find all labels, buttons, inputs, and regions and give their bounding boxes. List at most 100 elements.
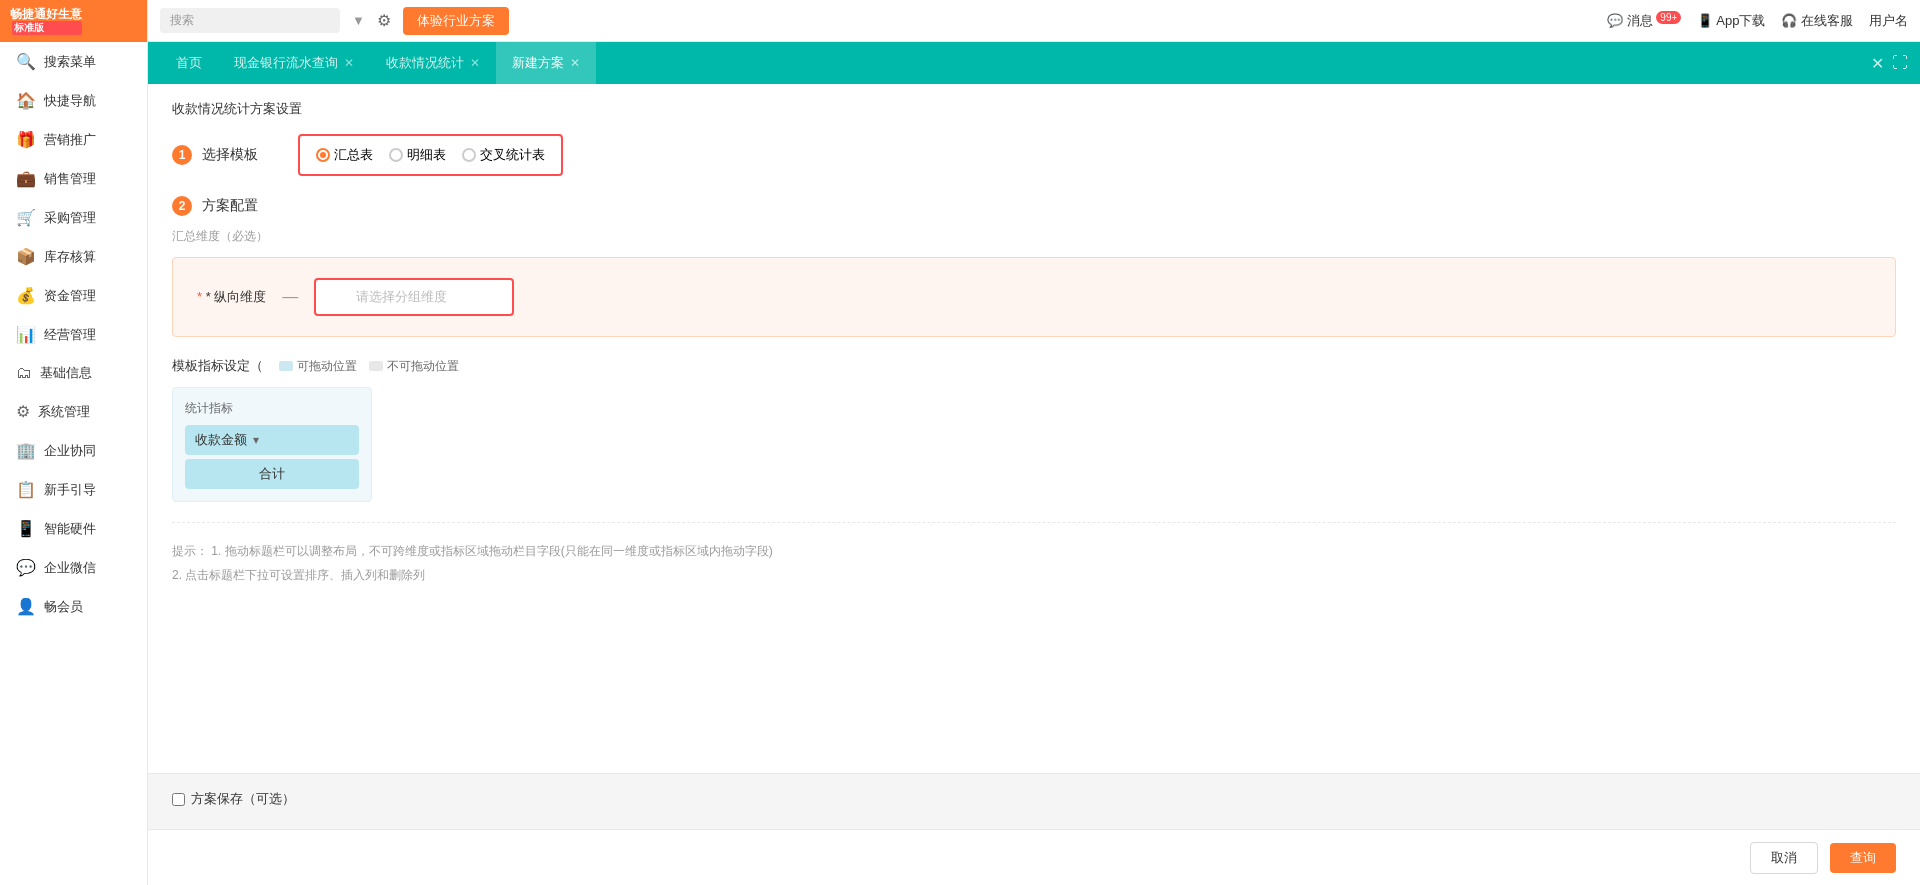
sidebar-item-label: 销售管理 bbox=[44, 170, 96, 188]
dimension-select[interactable]: 请选择分组维度 bbox=[314, 278, 514, 316]
sidebar-item-label: 基础信息 bbox=[40, 364, 92, 382]
sidebar-item-label: 新手引导 bbox=[44, 481, 96, 499]
nodrag-label: 不可拖动位置 bbox=[387, 358, 459, 375]
radio-summary[interactable]: 汇总表 bbox=[316, 146, 373, 164]
template-selection-box: 汇总表 明细表 交叉统计表 bbox=[298, 134, 563, 176]
sidebar-item-search[interactable]: 🔍 搜索菜单 bbox=[0, 42, 147, 81]
sidebar-item-marketing[interactable]: 🎁 营销推广 bbox=[0, 120, 147, 159]
tab-collection-stats-close-icon[interactable]: ✕ bbox=[470, 56, 480, 70]
gear-icon: ⚙ bbox=[16, 402, 30, 421]
hardware-icon: 📱 bbox=[16, 519, 36, 538]
tab-bank-flow[interactable]: 现金银行流水查询 ✕ bbox=[218, 42, 370, 84]
window-close-icon[interactable]: ✕ bbox=[1871, 54, 1884, 73]
sidebar-item-basic[interactable]: 🗂 基础信息 bbox=[0, 354, 147, 392]
sidebar-item-guide[interactable]: 📋 新手引导 bbox=[0, 470, 147, 509]
tab-new-plan-close-icon[interactable]: ✕ bbox=[570, 56, 580, 70]
plan-config: 汇总维度（必选） * * 纵向维度 — 请选择分组维度 bbox=[172, 228, 1896, 587]
sidebar-item-inventory[interactable]: 📦 库存核算 bbox=[0, 237, 147, 276]
radio-summary-dot[interactable] bbox=[316, 148, 330, 162]
radio-detail[interactable]: 明细表 bbox=[389, 146, 446, 164]
metrics-tag-label: 收款金额 bbox=[195, 431, 247, 449]
sidebar-item-label: 系统管理 bbox=[38, 403, 90, 421]
radio-detail-label: 明细表 bbox=[407, 146, 446, 164]
save-plan-label: 方案保存（可选） bbox=[191, 790, 295, 808]
save-plan-checkbox-label[interactable]: 方案保存（可选） bbox=[172, 790, 295, 808]
app-download[interactable]: 📱 App下载 bbox=[1697, 12, 1765, 30]
step2-section: 2 方案配置 汇总维度（必选） * * 纵向维度 — bbox=[172, 196, 1896, 587]
box-icon: 📦 bbox=[16, 247, 36, 266]
step2-title: 方案配置 bbox=[202, 197, 258, 215]
window-expand-icon[interactable]: ⛶ bbox=[1892, 54, 1908, 73]
step1-section: 1 选择模板 汇总表 明细表 交叉统计表 bbox=[172, 134, 1896, 176]
sidebar-item-enterprise[interactable]: 🏢 企业协同 bbox=[0, 431, 147, 470]
radio-cross[interactable]: 交叉统计表 bbox=[462, 146, 545, 164]
step2-header: 2 方案配置 bbox=[172, 196, 1896, 216]
save-plan-checkbox[interactable] bbox=[172, 793, 185, 806]
tab-new-plan[interactable]: 新建方案 ✕ bbox=[496, 42, 596, 84]
top-header: 搜索 ▼ ⚙ 体验行业方案 💬 消息 99+ 📱 App下载 🎧 在线客服 用户… bbox=[148, 0, 1920, 42]
sidebar-item-hardware[interactable]: 📱 智能硬件 bbox=[0, 509, 147, 548]
guide-icon: 📋 bbox=[16, 480, 36, 499]
sidebar-item-member[interactable]: 👤 畅会员 bbox=[0, 587, 147, 626]
settings-icon[interactable]: ⚙ bbox=[377, 11, 391, 30]
nav-tabs-actions: ✕ ⛶ bbox=[1871, 54, 1908, 73]
tab-collection-stats[interactable]: 收款情况统计 ✕ bbox=[370, 42, 496, 84]
metrics-header: 模板指标设定（ 可拖动位置 不可拖动位置 bbox=[172, 357, 1896, 375]
folder-icon: 🗂 bbox=[16, 364, 32, 382]
sidebar-item-system[interactable]: ⚙ 系统管理 bbox=[0, 392, 147, 431]
radio-detail-dot[interactable] bbox=[389, 148, 403, 162]
arrow-right-icon: — bbox=[282, 288, 298, 306]
sidebar-item-label: 营销推广 bbox=[44, 131, 96, 149]
header-right: 💬 消息 99+ 📱 App下载 🎧 在线客服 用户名 bbox=[1607, 12, 1908, 30]
cancel-button[interactable]: 取消 bbox=[1750, 842, 1818, 874]
search-box[interactable]: 搜索 bbox=[160, 8, 340, 33]
sidebar: 畅捷通好生意 标准版 🔍 搜索菜单 🏠 快捷导航 🎁 营销推广 💼 销售管理 🛒… bbox=[0, 0, 148, 885]
metrics-total: 合计 bbox=[185, 459, 359, 489]
query-button[interactable]: 查询 bbox=[1830, 843, 1896, 873]
step2-number: 2 bbox=[172, 196, 192, 216]
dropdown-chevron-icon[interactable]: ▾ bbox=[253, 433, 259, 447]
metrics-tag-amount[interactable]: 收款金额 ▾ bbox=[185, 425, 359, 455]
sidebar-item-sales[interactable]: 💼 销售管理 bbox=[0, 159, 147, 198]
home-icon: 🏠 bbox=[16, 91, 36, 110]
tab-bank-flow-close-icon[interactable]: ✕ bbox=[344, 56, 354, 70]
metrics-legend: 可拖动位置 不可拖动位置 bbox=[279, 358, 459, 375]
tips-section: 提示： 1. 拖动标题栏可以调整布局，不可跨维度或指标区域拖动栏目字段(只能在同… bbox=[172, 522, 1896, 587]
dropdown-arrow-icon[interactable]: ▼ bbox=[352, 13, 365, 28]
tab-bank-flow-label: 现金银行流水查询 bbox=[234, 54, 338, 72]
sidebar-item-label: 企业微信 bbox=[44, 559, 96, 577]
page-title: 收款情况统计方案设置 bbox=[172, 100, 1896, 118]
tip-2: 2. 点击标题栏下拉可设置排序、插入列和删除列 bbox=[172, 563, 1896, 587]
sidebar-item-quick-nav[interactable]: 🏠 快捷导航 bbox=[0, 81, 147, 120]
sidebar-item-purchase[interactable]: 🛒 采购管理 bbox=[0, 198, 147, 237]
tab-home-label: 首页 bbox=[176, 54, 202, 72]
sidebar-item-label: 经营管理 bbox=[44, 326, 96, 344]
step1-header: 1 选择模板 汇总表 明细表 交叉统计表 bbox=[172, 134, 1896, 176]
online-service[interactable]: 🎧 在线客服 bbox=[1781, 12, 1853, 30]
tab-home[interactable]: 首页 bbox=[160, 42, 218, 84]
step1-title: 选择模板 bbox=[202, 146, 258, 164]
sidebar-logo: 畅捷通好生意 标准版 bbox=[0, 0, 147, 42]
sidebar-item-operations[interactable]: 📊 经营管理 bbox=[0, 315, 147, 354]
member-icon: 👤 bbox=[16, 597, 36, 616]
sidebar-item-label: 库存核算 bbox=[44, 248, 96, 266]
sidebar-item-wechat[interactable]: 💬 企业微信 bbox=[0, 548, 147, 587]
username[interactable]: 用户名 bbox=[1869, 12, 1908, 30]
sidebar-item-label: 智能硬件 bbox=[44, 520, 96, 538]
sales-icon: 💼 bbox=[16, 169, 36, 188]
wechat-icon: 💬 bbox=[16, 558, 36, 577]
industry-plan-button[interactable]: 体验行业方案 bbox=[403, 7, 509, 35]
search-icon: 🔍 bbox=[16, 52, 36, 71]
page-inner: 收款情况统计方案设置 1 选择模板 汇总表 明细表 bbox=[148, 84, 1920, 773]
logo-badge: 标准版 bbox=[12, 21, 82, 35]
notification-area[interactable]: 💬 消息 99+ bbox=[1607, 12, 1681, 30]
sidebar-item-label: 快捷导航 bbox=[44, 92, 96, 110]
money-icon: 💰 bbox=[16, 286, 36, 305]
sidebar-item-finance[interactable]: 💰 资金管理 bbox=[0, 276, 147, 315]
vertical-dimension-label: * * 纵向维度 bbox=[197, 288, 266, 306]
metrics-group-title: 统计指标 bbox=[185, 400, 359, 417]
radio-cross-dot[interactable] bbox=[462, 148, 476, 162]
drag-box-icon bbox=[279, 361, 293, 371]
nav-tabs: 首页 现金银行流水查询 ✕ 收款情况统计 ✕ 新建方案 ✕ ✕ ⛶ bbox=[148, 42, 1920, 84]
gift-icon: 🎁 bbox=[16, 130, 36, 149]
